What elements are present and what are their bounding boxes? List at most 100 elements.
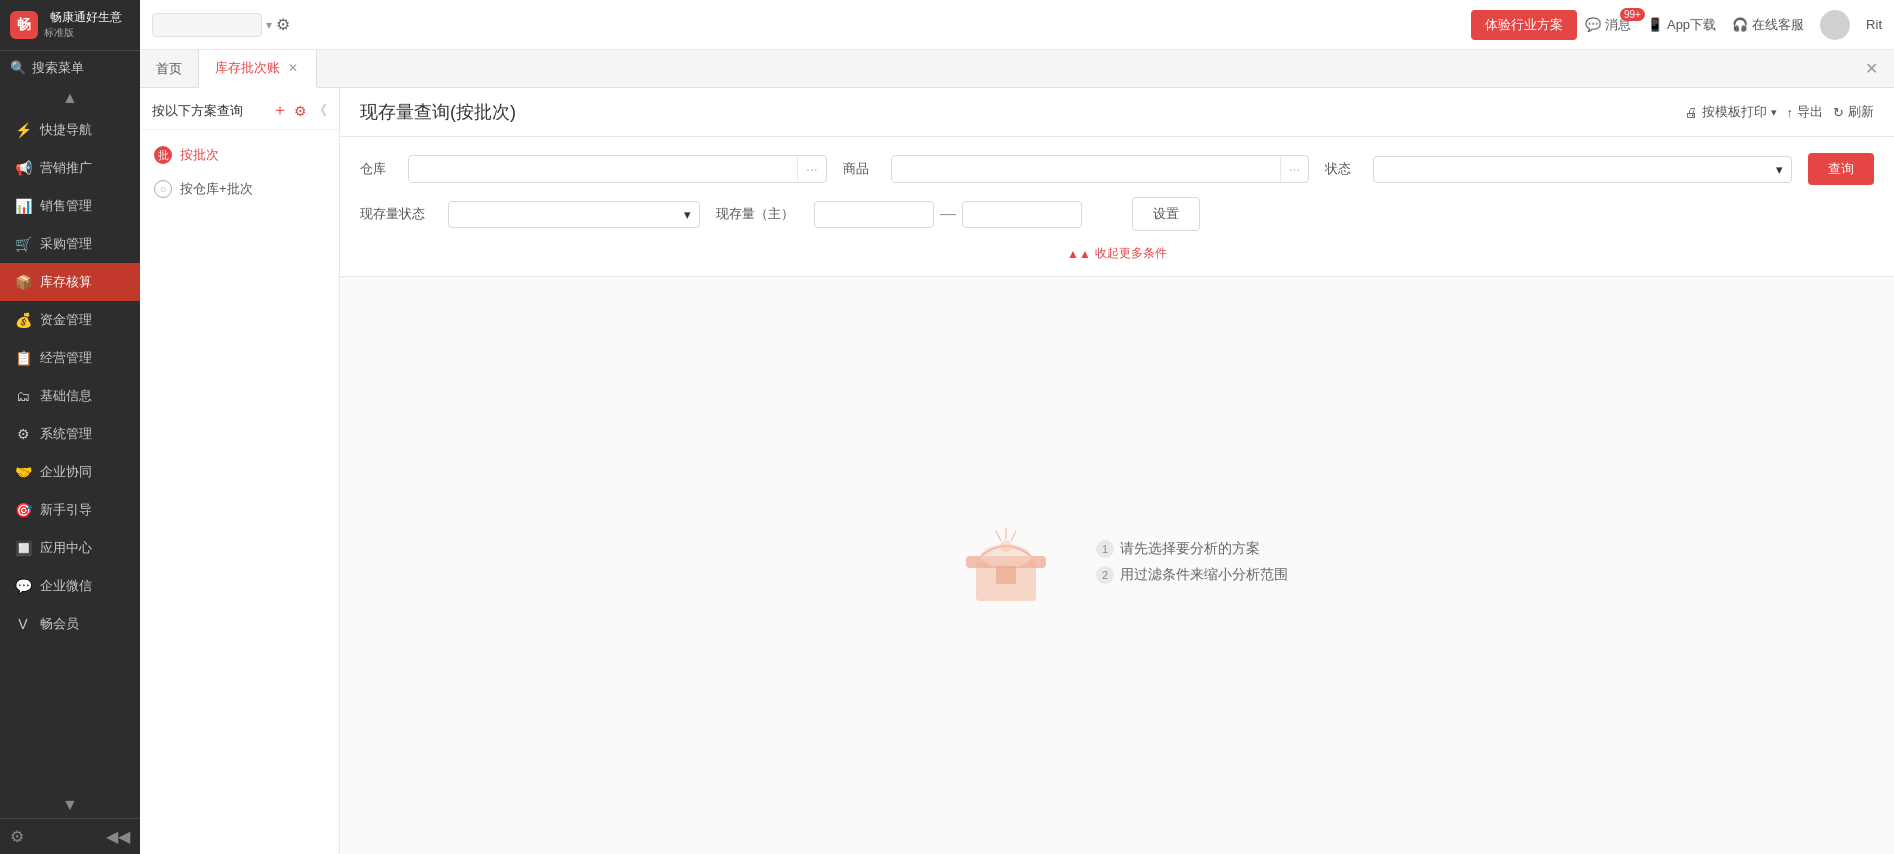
member-icon: V <box>14 615 32 633</box>
search-menu[interactable]: 🔍 搜索菜单 <box>0 51 140 85</box>
sidebar-item-operations[interactable]: 📋 经营管理 <box>0 339 140 377</box>
refresh-icon: ↻ <box>1833 105 1844 120</box>
inventory-qty-field: 现存量（主） — <box>716 201 1116 228</box>
dash-separator: — <box>934 205 962 223</box>
workspace-tools: 🖨 按模板打印 ▾ ↑ 导出 ↻ 刷新 <box>1685 103 1875 121</box>
online-service-button[interactable]: 🎧 在线客服 <box>1732 16 1804 34</box>
query-button[interactable]: 查询 <box>1808 153 1874 185</box>
warehouse-suffix[interactable]: ··· <box>797 156 826 182</box>
headset-icon: 🎧 <box>1732 17 1748 32</box>
tab-close-icon[interactable]: ✕ <box>286 59 300 77</box>
tab-batch[interactable]: 库存批次账 ✕ <box>199 50 317 88</box>
sidebar-header: 畅 畅康通好生意 标准版 <box>0 0 140 51</box>
message-button[interactable]: 💬 消息 99+ <box>1585 16 1631 34</box>
breadcrumb-chevron-icon[interactable]: ▾ <box>266 18 272 32</box>
empty-illustration-svg <box>946 506 1066 626</box>
sidebar-item-wechat[interactable]: 💬 企业微信 <box>0 567 140 605</box>
sidebar-item-guide[interactable]: 🎯 新手引导 <box>0 491 140 529</box>
filter-add-button[interactable]: ＋ <box>272 100 288 121</box>
scroll-down-button[interactable]: ▼ <box>58 792 82 818</box>
app-icon: 📱 <box>1647 17 1663 32</box>
warehouse-field: 仓库 ··· <box>360 155 827 183</box>
product-suffix[interactable]: ··· <box>1280 156 1309 182</box>
inventory-qty-label: 现存量（主） <box>716 205 806 223</box>
sidebar-nav: ⚡ 快捷导航 📢 营销推广 📊 销售管理 🛒 采购管理 📦 库存核算 💰 资金管… <box>0 111 140 792</box>
filter-title: 按以下方案查询 <box>152 102 243 120</box>
svg-rect-3 <box>996 566 1016 584</box>
user-avatar[interactable] <box>1820 10 1850 40</box>
warehouse-input[interactable] <box>409 157 797 182</box>
sidebar-item-sales[interactable]: 📊 销售管理 <box>0 187 140 225</box>
filter-panel: 按以下方案查询 ＋ ⚙ 《 批 按批次 ○ 按仓库+批次 <box>140 88 340 854</box>
tabbar: 首页 库存批次账 ✕ ✕ <box>140 50 1894 88</box>
filter-item-warehouse-batch[interactable]: ○ 按仓库+批次 <box>140 172 339 206</box>
workspace-header: 现存量查询(按批次) 🖨 按模板打印 ▾ ↑ 导出 ↻ 刷新 <box>340 88 1894 137</box>
svg-line-7 <box>1011 531 1016 541</box>
topbar: ▾ ⚙ 体验行业方案 💬 消息 99+ 📱 App下载 🎧 在线客服 Rit <box>140 0 1894 50</box>
sidebar-item-quicknav[interactable]: ⚡ 快捷导航 <box>0 111 140 149</box>
sidebar-item-member[interactable]: V 畅会员 <box>0 605 140 643</box>
message-icon: 💬 <box>1585 17 1601 32</box>
username-label[interactable]: Rit <box>1866 17 1882 32</box>
product-input-group[interactable]: ··· <box>891 155 1310 183</box>
basic-icon: 🗂 <box>14 387 32 405</box>
sidebar-item-apps[interactable]: 🔲 应用中心 <box>0 529 140 567</box>
workspace: 现存量查询(按批次) 🖨 按模板打印 ▾ ↑ 导出 ↻ 刷新 <box>340 88 1894 854</box>
experience-btn[interactable]: 体验行业方案 <box>1471 10 1577 40</box>
form-row-1: 仓库 ··· 商品 ··· 状态 <box>360 153 1874 185</box>
tabbar-close-icon[interactable]: ✕ <box>1865 59 1878 78</box>
scroll-up-button[interactable]: ▲ <box>58 85 82 111</box>
filter-settings-button[interactable]: ⚙ <box>294 103 307 119</box>
sidebar-item-purchase[interactable]: 🛒 采购管理 <box>0 225 140 263</box>
inventory-qty-max-input[interactable] <box>962 201 1082 228</box>
topbar-gear-icon[interactable]: ⚙ <box>276 15 290 34</box>
empty-hint-2: 2 用过滤条件来缩小分析范围 <box>1096 566 1288 584</box>
print-chevron-icon[interactable]: ▾ <box>1771 106 1777 119</box>
warehouse-input-group[interactable]: ··· <box>408 155 827 183</box>
filter-header: 按以下方案查询 ＋ ⚙ 《 <box>140 88 339 130</box>
sidebar-footer: ⚙ ◀◀ <box>0 818 140 854</box>
scroll-down-area: ▼ <box>0 792 140 818</box>
refresh-button[interactable]: ↻ 刷新 <box>1833 103 1874 121</box>
collapse-sidebar-button[interactable]: ◀◀ <box>106 827 130 846</box>
settings-button[interactable]: 设置 <box>1132 197 1200 231</box>
sidebar-item-inventory[interactable]: 📦 库存核算 <box>0 263 140 301</box>
filter-collapse-button[interactable]: 《 <box>313 102 327 120</box>
collapse-row[interactable]: ▲▲ 收起更多条件 <box>360 239 1874 268</box>
wechat-icon: 💬 <box>14 577 32 595</box>
sidebar: 畅 畅康通好生意 标准版 🔍 搜索菜单 ▲ ⚡ 快捷导航 📢 营销推广 📊 销售… <box>0 0 140 854</box>
filter-item-batch[interactable]: 批 按批次 <box>140 138 339 172</box>
product-label: 商品 <box>843 160 883 178</box>
warehouse-label: 仓库 <box>360 160 400 178</box>
print-button[interactable]: 🖨 按模板打印 ▾ <box>1685 103 1777 121</box>
export-button[interactable]: ↑ 导出 <box>1787 103 1824 121</box>
sidebar-item-collab[interactable]: 🤝 企业协同 <box>0 453 140 491</box>
app-download-button[interactable]: 📱 App下载 <box>1647 16 1716 34</box>
finance-icon: 💰 <box>14 311 32 329</box>
svg-point-4 <box>1000 540 1012 552</box>
inventory-icon: 📦 <box>14 273 32 291</box>
operations-icon: 📋 <box>14 349 32 367</box>
inventory-qty-min-input[interactable] <box>814 201 934 228</box>
status-chevron-icon: ▾ <box>1776 162 1783 177</box>
form-row-2: 现存量状态 ▾ 现存量（主） — 设置 <box>360 197 1874 231</box>
status-select[interactable]: ▾ <box>1373 156 1792 183</box>
inventory-status-select[interactable]: ▾ <box>448 201 700 228</box>
filter-actions: ＋ ⚙ 《 <box>272 100 327 121</box>
empty-illustration <box>946 506 1066 626</box>
sidebar-item-basic[interactable]: 🗂 基础信息 <box>0 377 140 415</box>
guide-icon: 🎯 <box>14 501 32 519</box>
scroll-up-area: ▲ <box>0 85 140 111</box>
app-logo: 畅 <box>10 11 38 39</box>
main-area: ▾ ⚙ 体验行业方案 💬 消息 99+ 📱 App下载 🎧 在线客服 Rit 首 <box>140 0 1894 854</box>
sidebar-item-finance[interactable]: 💰 资金管理 <box>0 301 140 339</box>
inventory-status-field: 现存量状态 ▾ <box>360 201 700 228</box>
product-input[interactable] <box>892 157 1280 182</box>
sidebar-item-system[interactable]: ⚙ 系统管理 <box>0 415 140 453</box>
search-input[interactable] <box>152 13 262 37</box>
page-title: 现存量查询(按批次) <box>360 100 516 124</box>
sidebar-item-marketing[interactable]: 📢 营销推广 <box>0 149 140 187</box>
settings-footer-icon[interactable]: ⚙ <box>10 827 24 846</box>
collapse-up-icon: ▲▲ <box>1067 247 1091 261</box>
tab-home[interactable]: 首页 <box>140 50 199 88</box>
